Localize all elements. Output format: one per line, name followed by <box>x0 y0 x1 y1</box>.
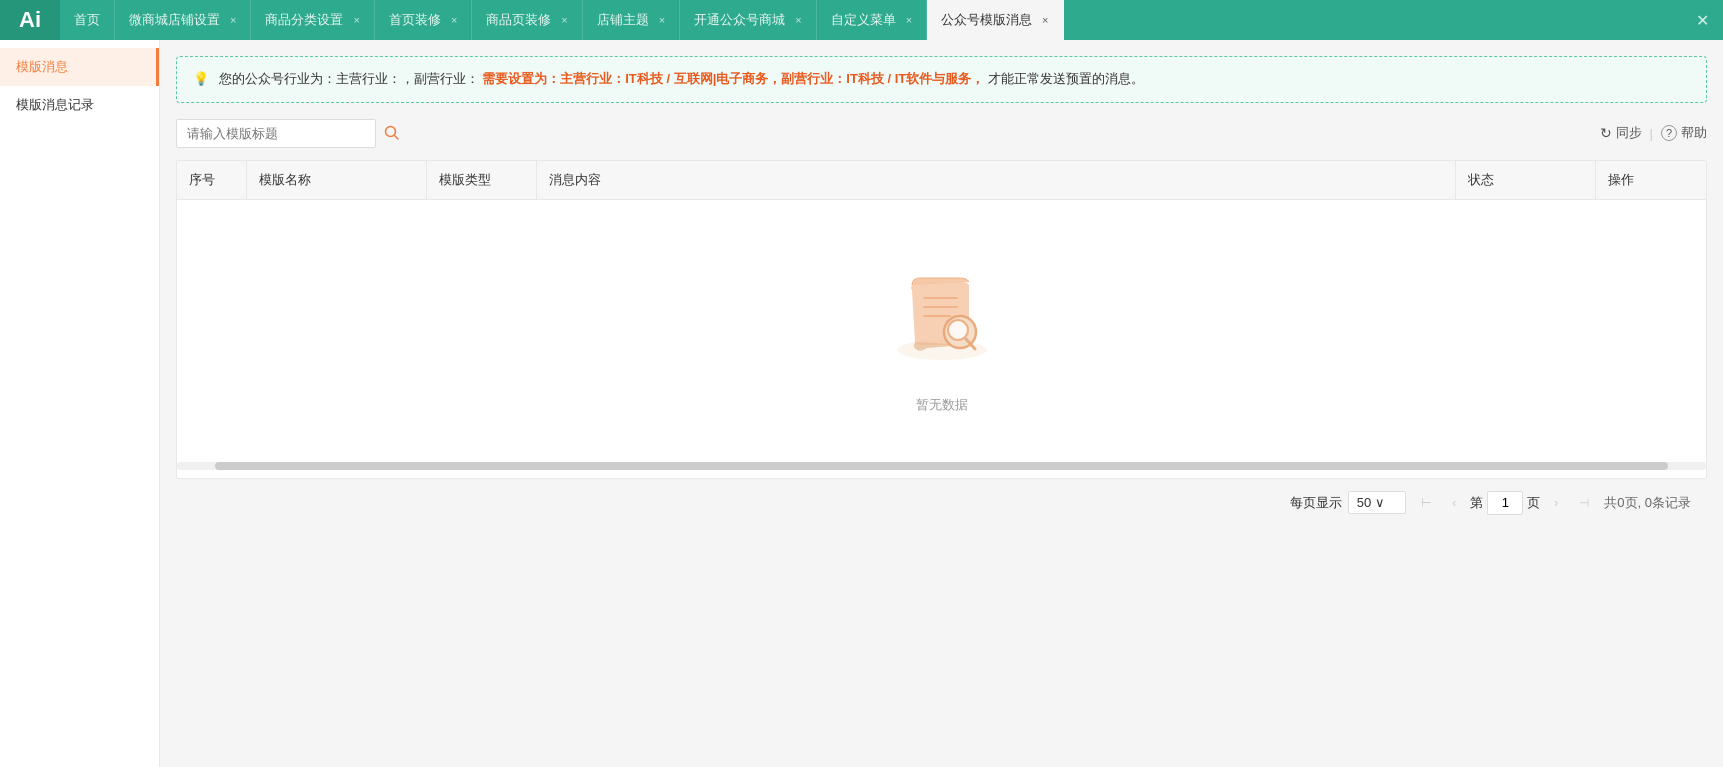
nav-tab-label: 商品页装修 <box>486 11 551 29</box>
close-tab-icon[interactable]: × <box>561 14 567 26</box>
nav-tab-label: 店铺主题 <box>597 11 649 29</box>
content-area: 💡 您的公众号行业为：主营行业：，副营行业： 需要设置为：主营行业：IT科技 /… <box>160 40 1723 767</box>
prev-page-button[interactable]: ‹ <box>1442 491 1466 515</box>
close-tab-icon[interactable]: × <box>353 14 359 26</box>
help-icon: ? <box>1661 125 1677 141</box>
help-label: 帮助 <box>1681 124 1707 142</box>
divider: | <box>1650 126 1653 141</box>
scrollbar-thumb <box>215 462 1668 470</box>
logo: Ai <box>0 0 60 40</box>
empty-icon <box>882 260 1002 380</box>
svg-point-7 <box>948 320 968 340</box>
table-header-status: 状态 <box>1456 161 1596 199</box>
nav-tab-wechat-shop-settings[interactable]: 微商城店铺设置 × <box>115 0 251 40</box>
nav-tab-label: 公众号模版消息 <box>941 11 1032 29</box>
nav-tab-label: 商品分类设置 <box>265 11 343 29</box>
close-tab-icon[interactable]: × <box>1042 14 1048 26</box>
nav-tab-open-mall[interactable]: 开通公众号商城 × <box>680 0 816 40</box>
close-tab-icon[interactable]: × <box>906 14 912 26</box>
nav-tab-product-category[interactable]: 商品分类设置 × <box>251 0 374 40</box>
nav-tab-template-message[interactable]: 公众号模版消息 × <box>927 0 1063 40</box>
table-header-name: 模版名称 <box>247 161 427 199</box>
sync-label: 同步 <box>1616 124 1642 142</box>
sidebar: 模版消息模版消息记录 <box>0 40 160 767</box>
dropdown-arrow-icon: ∨ <box>1375 495 1385 510</box>
nav-tab-store-theme[interactable]: 店铺主题 × <box>583 0 680 40</box>
table-header-action: 操作 <box>1596 161 1706 199</box>
nav-tab-label: 开通公众号商城 <box>694 11 785 29</box>
table-header-content: 消息内容 <box>537 161 1456 199</box>
top-nav: Ai 首页微商城店铺设置×商品分类设置×首页装修×商品页装修×店铺主题×开通公众… <box>0 0 1723 40</box>
sync-button[interactable]: ↻ 同步 <box>1600 124 1642 142</box>
table-header-type: 模版类型 <box>427 161 537 199</box>
notice-suffix: 才能正常发送预置的消息。 <box>988 71 1144 86</box>
sync-icon: ↻ <box>1600 125 1612 141</box>
pagination: 每页显示 50 ∨ ⊢ ‹ 第 页 › ⊣ 共0页, 0条记录 <box>176 479 1707 527</box>
empty-state: 暂无数据 <box>177 200 1706 454</box>
nav-tab-label: 首页装修 <box>389 11 441 29</box>
notice-prefix: 您的公众号行业为：主营行业：，副营行业： <box>219 71 479 86</box>
table-container: 序号模版名称模版类型消息内容状态操作 <box>176 160 1707 479</box>
page-controls: ⊢ ‹ 第 页 › ⊣ <box>1414 491 1596 515</box>
next-page-button[interactable]: › <box>1544 491 1568 515</box>
nav-tabs: 首页微商城店铺设置×商品分类设置×首页装修×商品页装修×店铺主题×开通公众号商城… <box>60 0 1682 40</box>
close-tab-icon[interactable]: × <box>230 14 236 26</box>
bulb-icon: 💡 <box>193 71 209 86</box>
nav-tab-home[interactable]: 首页 <box>60 0 115 40</box>
page-size-select: 每页显示 50 ∨ <box>1290 491 1406 514</box>
nav-tab-label: 微商城店铺设置 <box>129 11 220 29</box>
nav-tab-home-decoration[interactable]: 首页装修 × <box>375 0 472 40</box>
search-input[interactable] <box>176 119 376 148</box>
svg-line-1 <box>395 136 399 140</box>
last-page-button[interactable]: ⊣ <box>1572 491 1596 515</box>
page-size-dropdown[interactable]: 50 ∨ <box>1348 491 1406 514</box>
main-layout: 模版消息模版消息记录 💡 您的公众号行业为：主营行业：，副营行业： 需要设置为：… <box>0 40 1723 767</box>
empty-text: 暂无数据 <box>916 396 968 414</box>
first-page-button[interactable]: ⊢ <box>1414 491 1438 515</box>
close-all-button[interactable]: ✕ <box>1682 0 1723 40</box>
page-summary: 共0页, 0条记录 <box>1604 494 1691 512</box>
scrollbar-area[interactable] <box>177 462 1706 470</box>
nav-tab-product-decoration[interactable]: 商品页装修 × <box>472 0 582 40</box>
close-tab-icon[interactable]: × <box>451 14 457 26</box>
close-tab-icon[interactable]: × <box>795 14 801 26</box>
search-bar: ↻ 同步 | ? 帮助 <box>176 119 1707 148</box>
page-number-input[interactable] <box>1487 491 1523 515</box>
notice-box: 💡 您的公众号行业为：主营行业：，副营行业： 需要设置为：主营行业：IT科技 /… <box>176 56 1707 103</box>
search-button[interactable] <box>384 125 400 141</box>
nav-tab-label: 自定义菜单 <box>831 11 896 29</box>
search-left <box>176 119 400 148</box>
table-header: 序号模版名称模版类型消息内容状态操作 <box>177 161 1706 200</box>
nav-tab-custom-menu[interactable]: 自定义菜单 × <box>817 0 927 40</box>
page-size-label: 每页显示 <box>1290 494 1342 512</box>
sidebar-item-template-msg-record[interactable]: 模版消息记录 <box>0 86 159 124</box>
page-label-suffix: 页 <box>1527 494 1540 512</box>
search-right: ↻ 同步 | ? 帮助 <box>1600 124 1707 142</box>
help-button[interactable]: ? 帮助 <box>1661 124 1707 142</box>
nav-tab-label: 首页 <box>74 11 100 29</box>
search-icon <box>384 125 400 141</box>
notice-highlight: 需要设置为：主营行业：IT科技 / 互联网|电子商务，副营行业：IT科技 / I… <box>482 71 984 86</box>
table-header-seq: 序号 <box>177 161 247 199</box>
page-label-prefix: 第 <box>1470 494 1483 512</box>
sidebar-item-template-msg[interactable]: 模版消息 <box>0 48 159 86</box>
page-size-value: 50 <box>1357 495 1371 510</box>
close-tab-icon[interactable]: × <box>659 14 665 26</box>
